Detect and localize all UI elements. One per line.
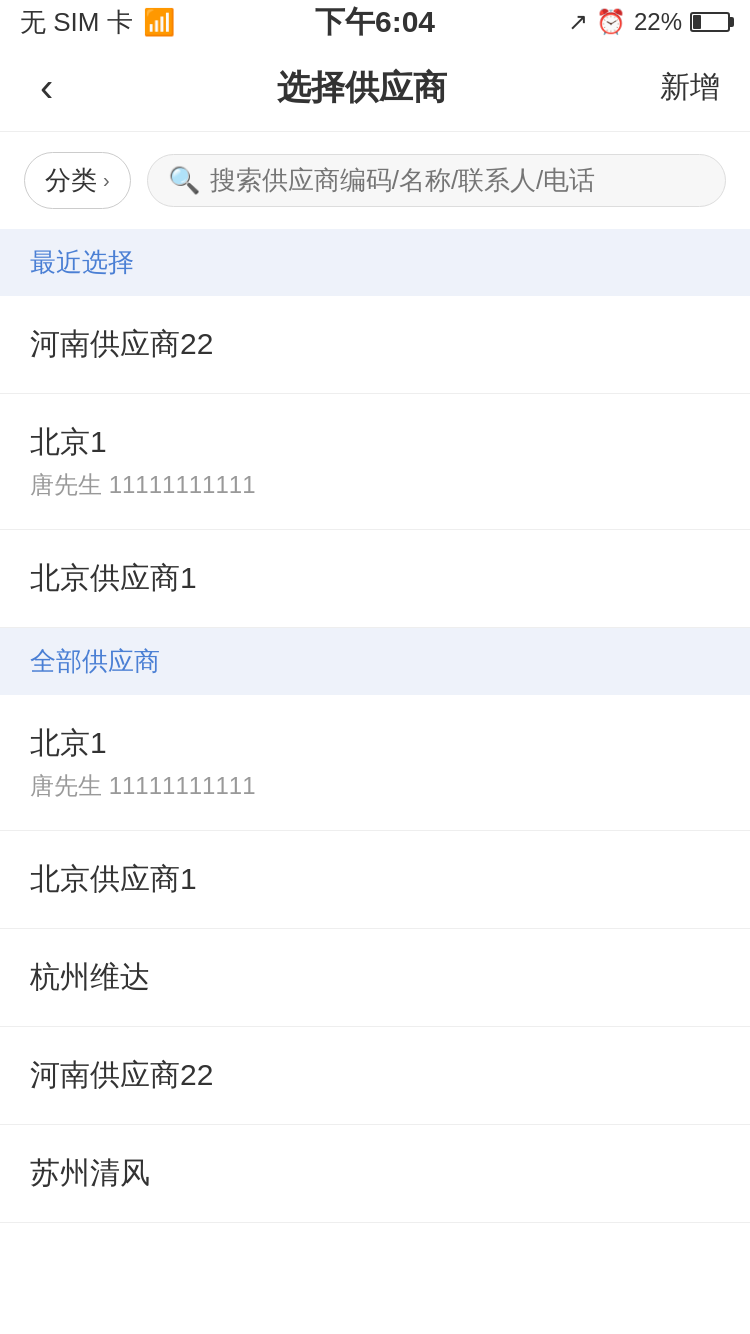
item-sub: 唐先生 11111111111 [30,469,720,501]
all-list-item[interactable]: 苏州清风 [0,1125,750,1223]
status-right: ↗ ⏰ 22% [568,8,730,36]
recent-list: 河南供应商22 北京1 唐先生 11111111111 北京供应商1 [0,296,750,628]
search-icon: 🔍 [168,165,200,196]
item-name: 北京供应商1 [30,859,720,900]
recent-list-item[interactable]: 北京供应商1 [0,530,750,628]
item-name: 杭州维达 [30,957,720,998]
page-title: 选择供应商 [277,65,447,111]
recent-section-header: 最近选择 [0,229,750,296]
item-name: 河南供应商22 [30,324,720,365]
all-list-item[interactable]: 杭州维达 [0,929,750,1027]
nav-bar: ‹ 选择供应商 新增 [0,44,750,132]
filter-bar: 分类 › 🔍 [0,132,750,229]
all-list-item[interactable]: 北京供应商1 [0,831,750,929]
recent-list-item[interactable]: 河南供应商22 [0,296,750,394]
location-icon: ↗ [568,8,588,36]
item-name: 北京1 [30,422,720,463]
all-list: 北京1 唐先生 11111111111 北京供应商1 杭州维达河南供应商22 苏州清风 [0,695,750,1223]
recent-list-item[interactable]: 北京1 唐先生 11111111111 [0,394,750,530]
chevron-right-icon: › [103,169,110,192]
battery-percent: 22% [634,8,682,36]
status-bar: 无 SIM 卡 📶 下午6:04 ↗ ⏰ 22% [0,0,750,44]
wifi-icon: 📶 [143,7,175,38]
search-input[interactable] [210,165,705,196]
status-time: 下午6:04 [315,2,435,43]
status-left: 无 SIM 卡 📶 [20,5,175,40]
search-box: 🔍 [147,154,726,207]
back-button[interactable]: ‹ [30,55,63,120]
item-name: 河南供应商22 [30,1055,720,1096]
item-sub: 唐先生 11111111111 [30,770,720,802]
recent-section-label: 最近选择 [30,247,134,277]
item-name: 苏州清风 [30,1153,720,1194]
item-name: 北京1 [30,723,720,764]
item-name: 北京供应商1 [30,558,720,599]
new-action-button[interactable]: 新增 [660,67,720,108]
battery-icon [690,12,730,32]
category-button[interactable]: 分类 › [24,152,131,209]
all-list-item[interactable]: 北京1 唐先生 11111111111 [0,695,750,831]
all-section-header: 全部供应商 [0,628,750,695]
alarm-icon: ⏰ [596,8,626,36]
all-list-item[interactable]: 河南供应商22 [0,1027,750,1125]
carrier-text: 无 SIM 卡 [20,5,133,40]
category-label: 分类 [45,163,97,198]
all-section-label: 全部供应商 [30,646,160,676]
